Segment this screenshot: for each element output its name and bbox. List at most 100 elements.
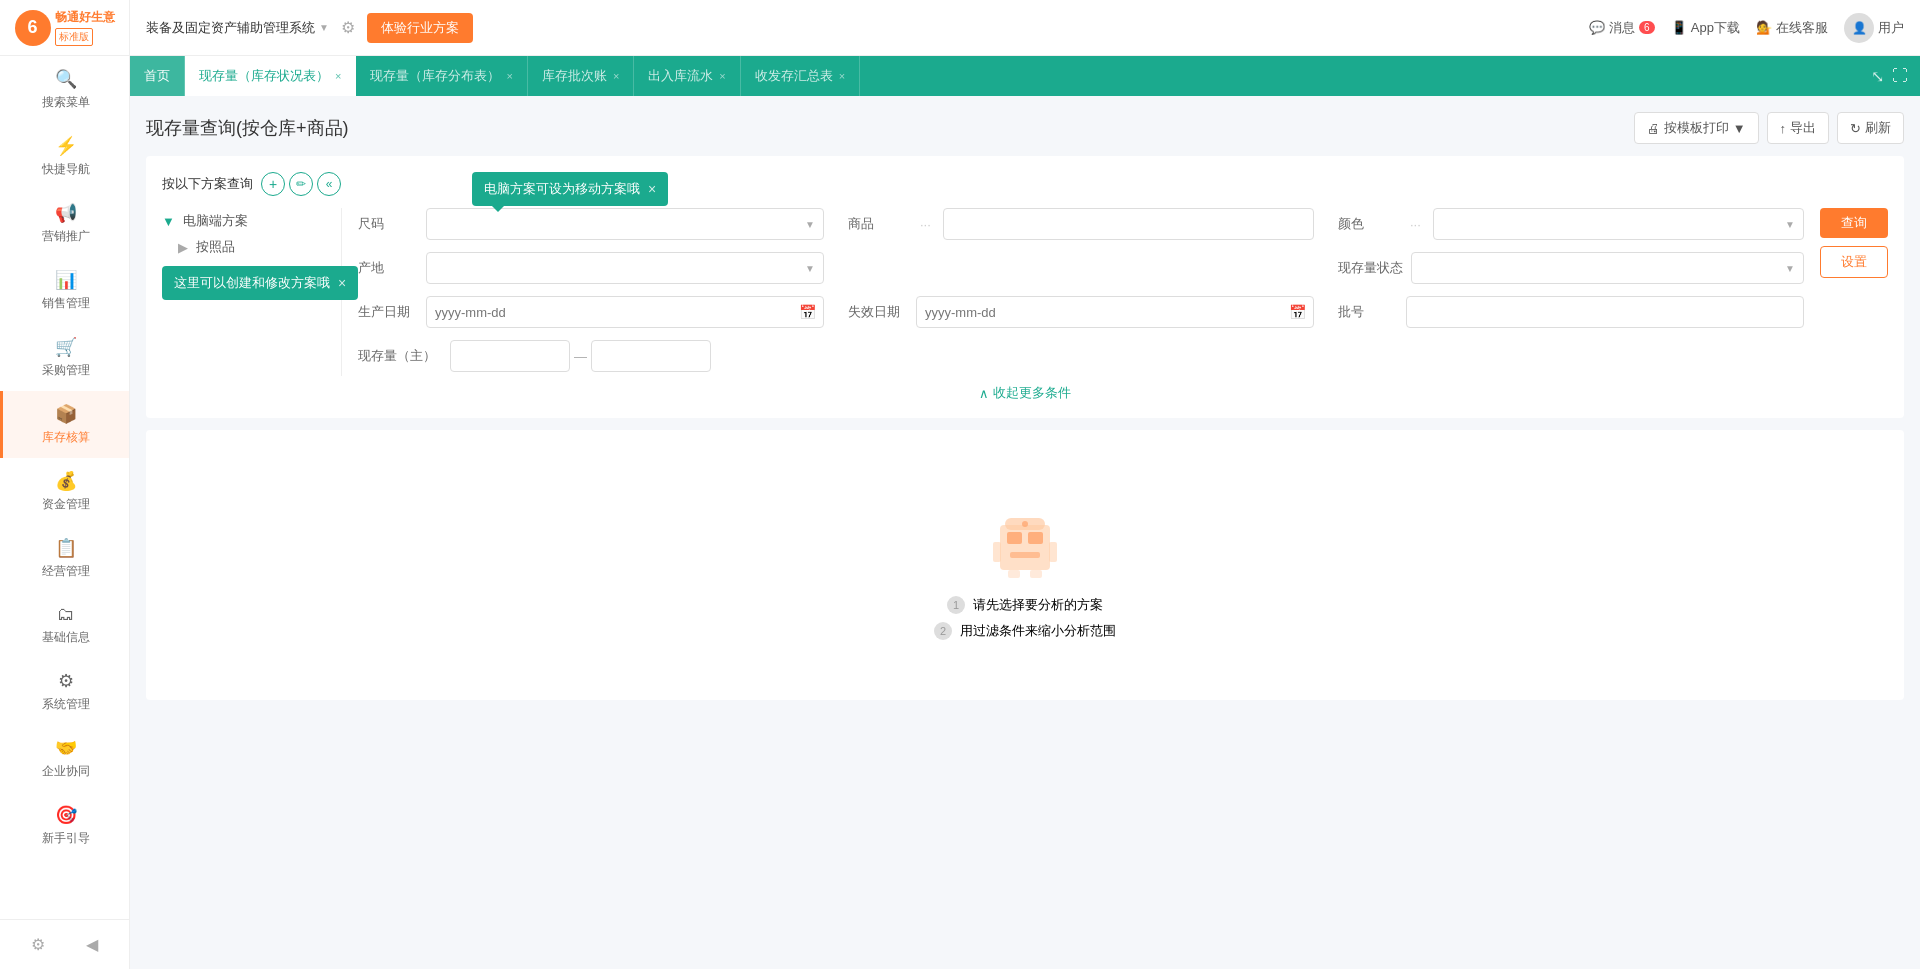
sidebar-item-label: 库存核算 — [42, 429, 90, 446]
size-select[interactable]: ▼ — [426, 208, 824, 240]
origin-select[interactable]: ▼ — [426, 252, 824, 284]
system-selector[interactable]: 装备及固定资产辅助管理系统 ▼ — [146, 19, 329, 37]
settings-icon[interactable]: ⚙ — [341, 18, 355, 37]
page-actions: 🖨 按模板打印 ▼ ↑ 导出 ↻ 刷新 — [1634, 112, 1904, 144]
field-exp-date: 失效日期 📅 — [848, 296, 1314, 328]
tab-inventory-status-label: 现存量（库存状况表） — [199, 67, 329, 85]
export-button[interactable]: ↑ 导出 — [1767, 112, 1830, 144]
sidebar-item-search[interactable]: 🔍 搜索菜单 — [0, 56, 129, 123]
field-row-1: 尺码 ▼ 商品 ··· 颜色 ··· — [358, 208, 1804, 240]
footer-settings-btn[interactable]: ⚙ — [31, 935, 45, 954]
collapse-row[interactable]: ∧ 收起更多条件 — [162, 376, 1888, 402]
sidebar-item-sales[interactable]: 📊 销售管理 — [0, 257, 129, 324]
field-size: 尺码 ▼ — [358, 208, 824, 240]
tab-home[interactable]: 首页 — [130, 56, 185, 96]
phone-icon: 📱 — [1671, 20, 1687, 35]
tab-close-inventory-status[interactable]: × — [335, 70, 341, 82]
tip-num-2: 2 — [934, 622, 952, 640]
sidebar-item-basic[interactable]: 🗂 基础信息 — [0, 592, 129, 658]
refresh-button[interactable]: ↻ 刷新 — [1837, 112, 1904, 144]
print-button[interactable]: 🖨 按模板打印 ▼ — [1634, 112, 1759, 144]
tooltip-scheme-close[interactable]: × — [648, 181, 656, 197]
reset-button[interactable]: 设置 — [1820, 246, 1888, 278]
field-color: 颜色 ··· ▼ — [1338, 208, 1804, 240]
tab-close-batch-ledger[interactable]: × — [613, 70, 619, 82]
tab-inventory-dist[interactable]: 现存量（库存分布表） × — [356, 56, 527, 96]
print-arrow: ▼ — [1733, 121, 1746, 136]
tooltip-create-close[interactable]: × — [338, 275, 346, 291]
purchase-icon: 🛒 — [55, 336, 77, 358]
trial-button[interactable]: 体验行业方案 — [367, 13, 473, 43]
tabs-end: ⤡ ⛶ — [1871, 67, 1920, 86]
tab-receipt-summary[interactable]: 收发存汇总表 × — [741, 56, 860, 96]
user-action[interactable]: 👤 用户 — [1844, 13, 1904, 43]
sidebar-item-marketing[interactable]: 📢 营销推广 — [0, 190, 129, 257]
page-header: 现存量查询(按仓库+商品) 🖨 按模板打印 ▼ ↑ 导出 ↻ 刷新 — [146, 112, 1904, 144]
online-service-label: 在线客服 — [1776, 19, 1828, 37]
tab-inventory-status[interactable]: 现存量（库存状况表） × — [185, 56, 356, 96]
print-label: 按模板打印 — [1664, 119, 1729, 137]
field-origin: 产地 ▼ — [358, 252, 824, 284]
sidebar: 6 畅通好生意 标准版 🔍 搜索菜单 ⚡ 快捷导航 📢 营销推广 📊 销售管理 … — [0, 0, 130, 969]
inv-status-select[interactable]: ▼ — [1411, 252, 1804, 284]
tooltip-create-text: 这里可以创建和修改方案哦 — [174, 274, 330, 292]
inv-min-input[interactable] — [450, 340, 570, 372]
scheme-item-pc[interactable]: ▼ 电脑端方案 — [162, 208, 329, 234]
mfg-date-calendar-icon[interactable]: 📅 — [799, 304, 816, 320]
edit-scheme-btn[interactable]: ✏ — [289, 172, 313, 196]
scheme-sub-label: 按照品 — [196, 238, 235, 256]
mfg-date-input[interactable] — [426, 296, 824, 328]
sidebar-item-operation[interactable]: 📋 经营管理 — [0, 525, 129, 592]
refresh-icon: ↻ — [1850, 121, 1861, 136]
tab-batch-ledger-label: 库存批次账 — [542, 67, 607, 85]
scheme-actions: + ✏ « — [261, 172, 341, 196]
inv-max-input[interactable] — [591, 340, 711, 372]
online-service-action[interactable]: 💁 在线客服 — [1756, 19, 1828, 37]
svg-rect-3 — [1010, 552, 1040, 558]
color-select[interactable]: ▼ — [1433, 208, 1804, 240]
batch-input[interactable] — [1406, 296, 1804, 328]
sidebar-item-label: 经营管理 — [42, 563, 90, 580]
sidebar-item-label: 企业协同 — [42, 763, 90, 780]
sidebar-item-guide[interactable]: 🎯 新手引导 — [0, 792, 129, 859]
search-button[interactable]: 查询 — [1820, 208, 1888, 238]
field-batch: 批号 — [1338, 296, 1804, 328]
tab-close-inventory-dist[interactable]: × — [506, 70, 512, 82]
user-label: 用户 — [1878, 19, 1904, 37]
back-scheme-btn[interactable]: « — [317, 172, 341, 196]
tab-receipt-summary-label: 收发存汇总表 — [755, 67, 833, 85]
mfg-date-wrap: 📅 — [426, 296, 824, 328]
exp-date-input[interactable] — [916, 296, 1314, 328]
tooltip-create: 这里可以创建和修改方案哦 × — [162, 266, 358, 300]
goods-input[interactable] — [943, 208, 1314, 240]
exp-date-wrap: 📅 — [916, 296, 1314, 328]
inv-main-label: 现存量（主） — [358, 347, 438, 365]
filter-area: 按以下方案查询 + ✏ « 电脑方案可设为移动方案哦 × ▼ 电脑端方案 — [146, 156, 1904, 418]
origin-label: 产地 — [358, 259, 418, 277]
tab-close-io-flow[interactable]: × — [719, 70, 725, 82]
sidebar-item-inventory[interactable]: 📦 库存核算 — [0, 391, 129, 458]
sidebar-item-label: 新手引导 — [42, 830, 90, 847]
goods-label: 商品 — [848, 215, 908, 233]
scheme-sub-item[interactable]: ▶ 按照品 — [178, 234, 329, 260]
footer-collapse-btn[interactable]: ◀ — [86, 935, 98, 954]
sidebar-item-system[interactable]: ⚙ 系统管理 — [0, 658, 129, 725]
message-action[interactable]: 💬 消息 6 — [1589, 19, 1655, 37]
tab-close-receipt-summary[interactable]: × — [839, 70, 845, 82]
sidebar-item-label: 快捷导航 — [42, 161, 90, 178]
sidebar-item-finance[interactable]: 💰 资金管理 — [0, 458, 129, 525]
sidebar-item-purchase[interactable]: 🛒 采购管理 — [0, 324, 129, 391]
logo-icon: 6 — [15, 10, 51, 46]
tab-io-flow[interactable]: 出入库流水 × — [634, 56, 740, 96]
tab-batch-ledger[interactable]: 库存批次账 × — [528, 56, 634, 96]
sidebar-item-enterprise[interactable]: 🤝 企业协同 — [0, 725, 129, 792]
svg-rect-6 — [993, 542, 1001, 562]
tab-fullscreen-btn[interactable]: ⛶ — [1892, 67, 1908, 85]
tab-maximize-btn[interactable]: ⤡ — [1871, 67, 1884, 86]
exp-date-calendar-icon[interactable]: 📅 — [1289, 304, 1306, 320]
add-scheme-btn[interactable]: + — [261, 172, 285, 196]
color-label: 颜色 — [1338, 215, 1398, 233]
sidebar-item-quick[interactable]: ⚡ 快捷导航 — [0, 123, 129, 190]
app-download-action[interactable]: 📱 App下载 — [1671, 19, 1740, 37]
scheme-list-panel: ▼ 电脑端方案 ▶ 按照品 ▶ 移动端方案 这里可以创建和修改方案哦 × — [162, 208, 342, 376]
